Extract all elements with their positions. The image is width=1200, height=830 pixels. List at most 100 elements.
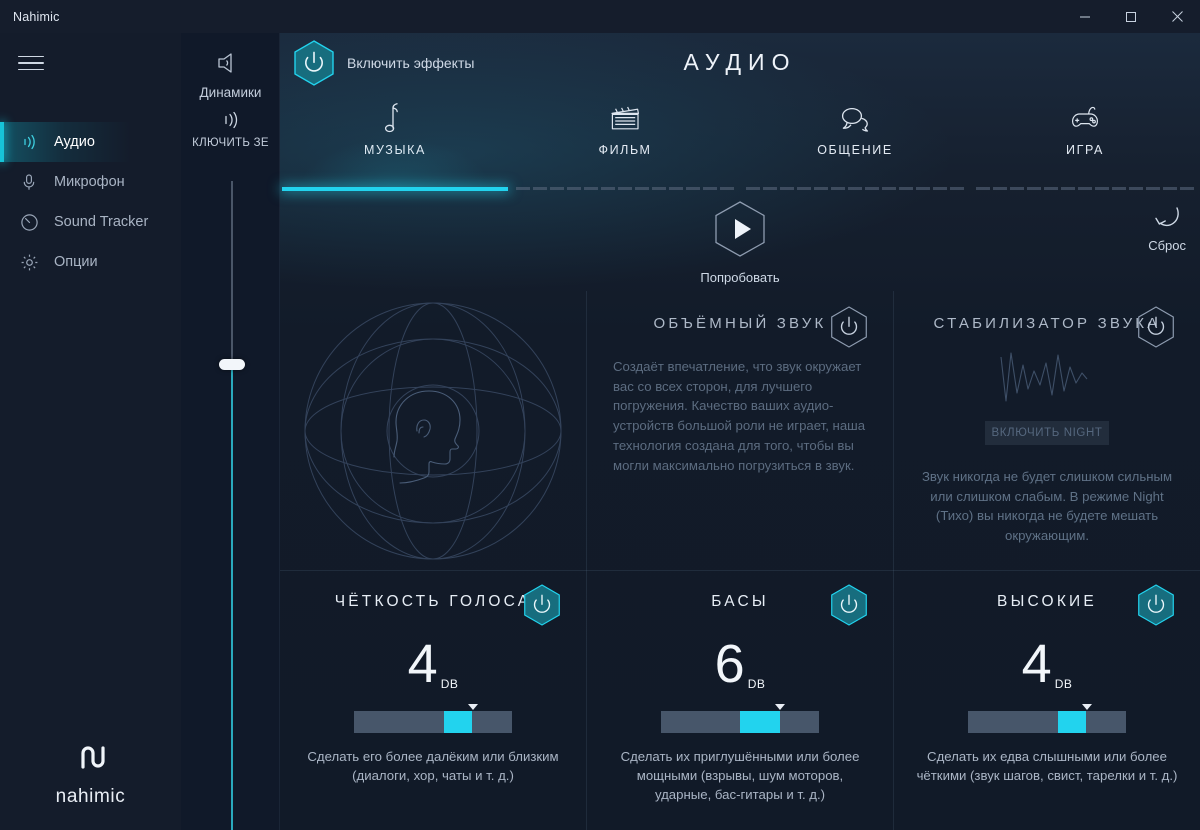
tab-label: МУЗЫКА: [364, 143, 426, 157]
surround-sound-panel: ОБЪЁМНЫЙ ЗВУК Создаёт впечатление, что з…: [586, 291, 893, 571]
hamburger-icon[interactable]: [14, 48, 48, 78]
voice-clarity-description: Сделать его более далёким или близким (д…: [307, 749, 559, 784]
bass-title: БАСЫ: [711, 593, 769, 610]
slider-caret-icon: [774, 704, 785, 710]
microphone-icon: [14, 170, 44, 194]
value-number: 4: [1021, 634, 1053, 694]
close-button[interactable]: [1154, 0, 1200, 33]
undo-arrow-icon: [1150, 205, 1184, 236]
stabilizer-power-toggle[interactable]: [1136, 305, 1176, 349]
voice-clarity-power-toggle[interactable]: [522, 583, 562, 627]
reset-button[interactable]: Сброс: [1148, 205, 1186, 253]
surround-sphere-head-icon: [280, 291, 586, 571]
profile-tabs: МУЗЫКА ФИЛЬМ ОБЩЕНИЕ ИГРА: [280, 93, 1200, 191]
value-unit: DB: [1054, 677, 1073, 691]
bass-panel: БАСЫ 6 DB Сделать их приглушёнными или б…: [586, 571, 893, 830]
sidebar-item-options[interactable]: Опции: [0, 242, 181, 282]
bass-power-toggle[interactable]: [829, 583, 869, 627]
device-name: Динамики: [199, 85, 262, 100]
sound-waves-icon[interactable]: [181, 109, 280, 131]
stabilizer-header: СТАБИЛИЗАТОР ЗВУКА: [894, 291, 1200, 348]
value-number: 4: [407, 634, 439, 694]
maximize-icon: [1126, 11, 1136, 22]
stabilizer-description: Звук никогда не будет слишком сильным ил…: [921, 468, 1173, 544]
tab-label: ФИЛЬМ: [598, 143, 652, 157]
treble-header: ВЫСОКИЕ: [894, 571, 1200, 626]
mute-toggle-label[interactable]: КЛЮЧИТЬ ЗЕ: [181, 137, 280, 149]
slider-caret-icon: [1081, 704, 1092, 710]
volume-slider-handle[interactable]: [219, 359, 245, 371]
title-bar: Nahimic: [0, 0, 1200, 33]
treble-value: 4 DB: [894, 637, 1200, 691]
sidebar-item-sound-tracker[interactable]: Sound Tracker: [0, 202, 181, 242]
gear-icon: [14, 250, 44, 274]
sidebar: Аудио Микрофон Sound Tracker Опции nahim…: [0, 33, 181, 830]
try-button[interactable]: Попробовать: [280, 199, 1200, 285]
sidebar-item-label: Аудио: [54, 134, 95, 150]
bass-value: 6 DB: [587, 637, 893, 691]
value-unit: DB: [440, 677, 459, 691]
value-number: 6: [714, 634, 746, 694]
play-icon: [712, 199, 768, 264]
tab-communication[interactable]: ОБЩЕНИЕ: [740, 93, 970, 191]
slider-grid: ЧЁТКОСТЬ ГОЛОСА 4 DB Сделать его более д…: [280, 571, 1200, 830]
treble-title: ВЫСОКИЕ: [997, 593, 1097, 610]
device-volume-column: Динамики КЛЮЧИТЬ ЗЕ: [181, 33, 280, 830]
main-topbar: Включить эффекты АУДИО: [280, 33, 1200, 93]
speech-bubbles-icon: [838, 101, 872, 137]
night-mode-button[interactable]: ВКЛЮЧИТЬ NIGHT: [985, 420, 1109, 445]
action-row: Попробовать Сброс: [280, 191, 1200, 291]
voice-clarity-slider[interactable]: [354, 704, 512, 733]
treble-panel: ВЫСОКИЕ 4 DB Сделать их едва слышными ил…: [893, 571, 1200, 830]
voice-clarity-title: ЧЁТКОСТЬ ГОЛОСА: [334, 593, 532, 610]
slider-fill: [444, 711, 473, 733]
music-note-icon: [382, 101, 408, 137]
sidebar-item-audio[interactable]: Аудио: [0, 122, 181, 162]
voice-clarity-header: ЧЁТКОСТЬ ГОЛОСА: [280, 571, 586, 626]
sidebar-item-label: Микрофон: [54, 174, 125, 190]
tab-label: ОБЩЕНИЕ: [817, 143, 893, 157]
bass-header: БАСЫ: [587, 571, 893, 626]
minimize-button[interactable]: [1062, 0, 1108, 33]
tab-music[interactable]: МУЗЫКА: [280, 93, 510, 191]
brand-logo: nahimic: [0, 737, 181, 808]
page-title: АУДИО: [683, 49, 797, 75]
volume-slider[interactable]: [219, 181, 245, 830]
close-icon: [1171, 11, 1183, 22]
nahimic-logo-icon: [71, 737, 111, 782]
maximize-button[interactable]: [1108, 0, 1154, 33]
treble-power-toggle[interactable]: [1136, 583, 1176, 627]
window-title: Nahimic: [13, 9, 60, 24]
tab-game[interactable]: ИГРА: [970, 93, 1200, 191]
surround-header: ОБЪЁМНЫЙ ЗВУК: [587, 291, 893, 348]
speaker-icon[interactable]: [181, 48, 280, 78]
waveform-icon: [894, 349, 1200, 407]
treble-slider[interactable]: [968, 704, 1126, 733]
sidebar-item-label: Sound Tracker: [54, 214, 149, 230]
treble-description: Сделать их едва слышными или более чётки…: [916, 749, 1178, 784]
voice-clarity-panel: ЧЁТКОСТЬ ГОЛОСА 4 DB Сделать его более д…: [280, 571, 586, 830]
surround-title: ОБЪЁМНЫЙ ЗВУК: [653, 315, 827, 332]
surround-description: Создаёт впечатление, что звук окружает в…: [613, 358, 866, 473]
bass-description: Сделать их приглушёнными или более мощны…: [620, 749, 860, 803]
surround-visualizer: [280, 291, 586, 571]
brand-name: nahimic: [55, 786, 126, 807]
sound-stabilizer-panel: СТАБИЛИЗАТОР ЗВУКА ВКЛЮЧИТЬ NIGHT Звук н…: [893, 291, 1200, 571]
main-panel: Включить эффекты АУДИО МУЗЫКА ФИЛЬМ ОБЩЕ…: [280, 33, 1200, 830]
bass-slider[interactable]: [661, 704, 819, 733]
value-unit: DB: [747, 677, 766, 691]
surround-power-toggle[interactable]: [829, 305, 869, 349]
slider-fill: [740, 711, 780, 733]
volume-track-filled: [231, 364, 233, 830]
sidebar-item-microphone[interactable]: Микрофон: [0, 162, 181, 202]
sidebar-nav: Аудио Микрофон Sound Tracker Опции: [0, 122, 181, 282]
tab-movie[interactable]: ФИЛЬМ: [510, 93, 740, 191]
window-controls: [1062, 0, 1200, 33]
nahimic-app-window: Nahimic Аудио Микрофон Sound Tracker Опц…: [0, 0, 1200, 830]
slider-fill: [1058, 711, 1087, 733]
gamepad-icon: [1068, 101, 1102, 137]
slider-caret-icon: [467, 704, 478, 710]
reset-label: Сброс: [1148, 238, 1186, 253]
feature-grid: ОБЪЁМНЫЙ ЗВУК Создаёт впечатление, что з…: [280, 291, 1200, 571]
stabilizer-title: СТАБИЛИЗАТОР ЗВУКА: [933, 315, 1161, 332]
